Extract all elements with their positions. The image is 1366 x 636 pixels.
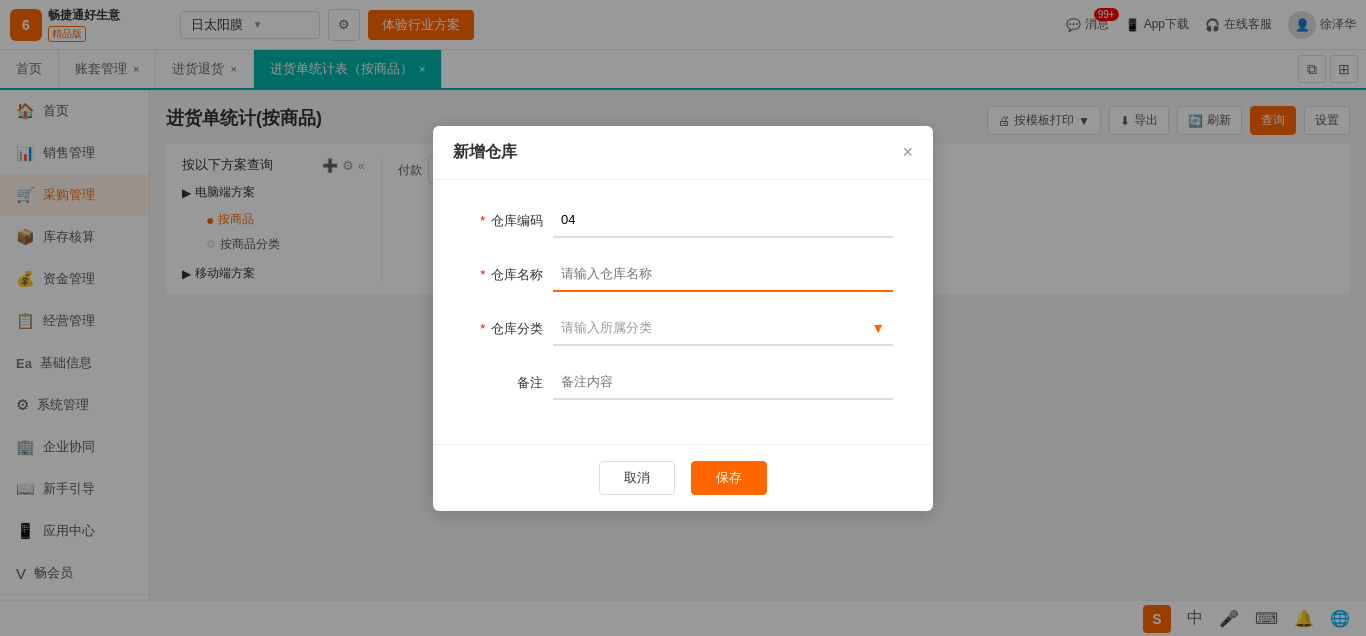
category-dropdown-arrow: ▼ <box>871 320 885 336</box>
save-button[interactable]: 保存 <box>691 461 767 495</box>
category-label: * 仓库分类 <box>473 320 553 338</box>
name-label: * 仓库名称 <box>473 266 553 284</box>
name-field-row: * 仓库名称 <box>473 258 893 292</box>
note-label: 备注 <box>473 374 553 392</box>
code-field-row: * 仓库编码 <box>473 204 893 238</box>
category-select[interactable]: 请输入所属分类 ▼ <box>553 312 893 346</box>
modal-header: 新增仓库 × <box>433 126 933 180</box>
modal-footer: 取消 保存 <box>433 444 933 511</box>
name-input[interactable] <box>553 258 893 292</box>
modal-body: * 仓库编码 * 仓库名称 * 仓库分类 请输入所属 <box>433 180 933 444</box>
note-input[interactable] <box>553 366 893 400</box>
cancel-button[interactable]: 取消 <box>599 461 675 495</box>
code-input[interactable] <box>553 204 893 238</box>
category-placeholder: 请输入所属分类 <box>561 319 652 337</box>
category-field-row: * 仓库分类 请输入所属分类 ▼ <box>473 312 893 346</box>
modal-title: 新增仓库 <box>453 142 517 163</box>
new-warehouse-modal: 新增仓库 × * 仓库编码 * 仓库名称 <box>433 126 933 511</box>
modal-overlay[interactable]: 新增仓库 × * 仓库编码 * 仓库名称 <box>0 0 1366 636</box>
note-field-row: 备注 <box>473 366 893 400</box>
code-label: * 仓库编码 <box>473 212 553 230</box>
modal-close-btn[interactable]: × <box>902 142 913 163</box>
